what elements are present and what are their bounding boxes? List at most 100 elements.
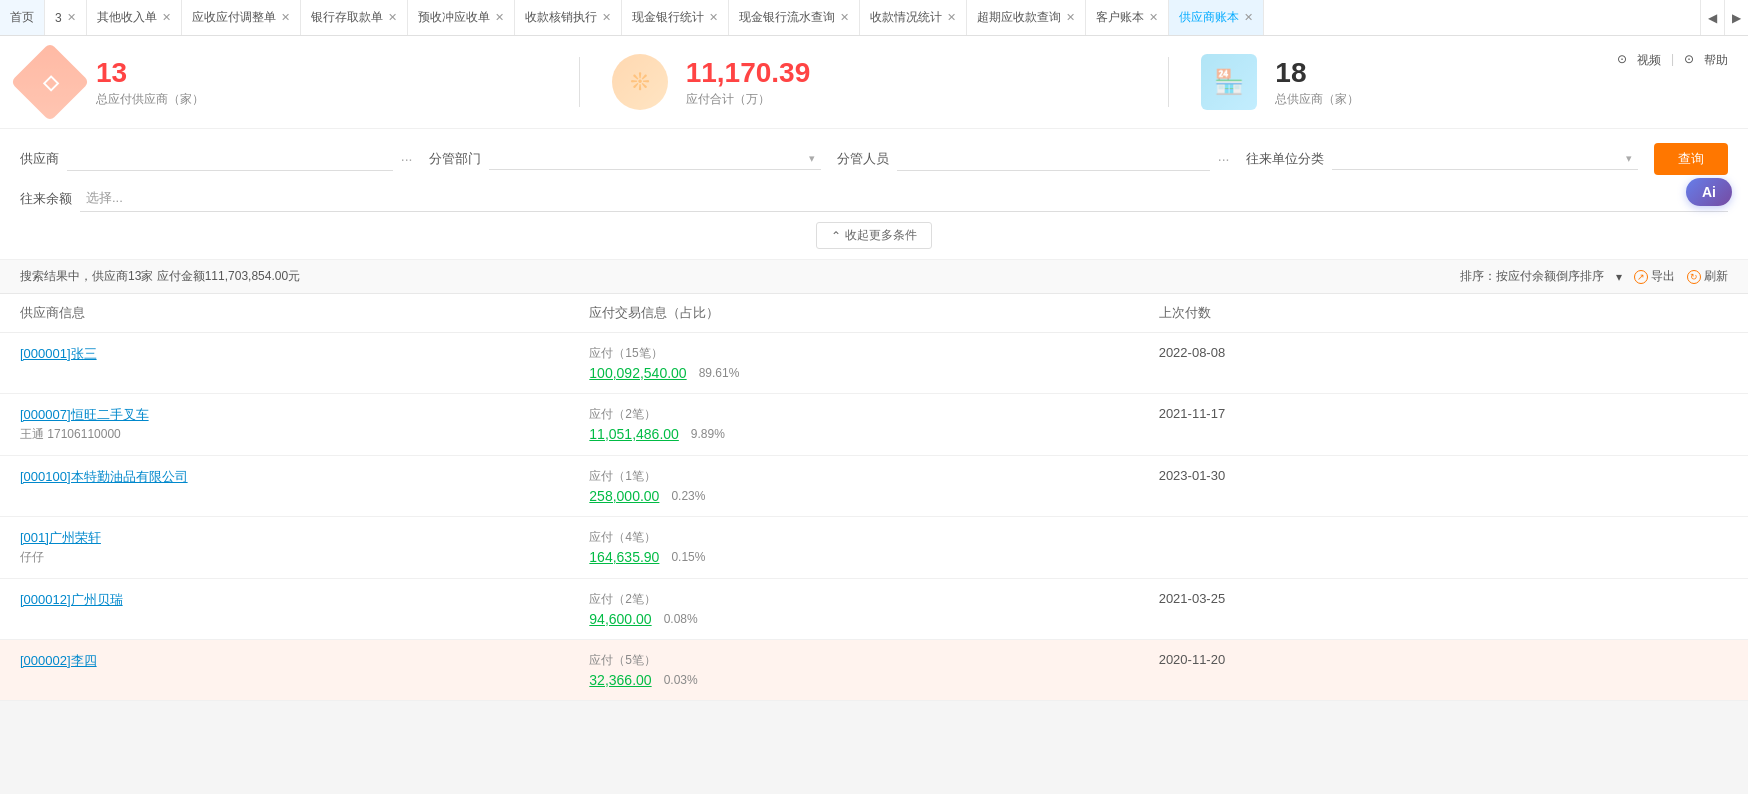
result-actions: 排序：按应付余额倒序排序 ▾ ↗ 导出 ↻ 刷新: [1460, 268, 1728, 285]
balance-select-text: 选择...: [86, 189, 1716, 207]
last-pay-3: 2023-01-30: [1159, 468, 1226, 483]
export-button[interactable]: ↗ 导出: [1634, 268, 1675, 285]
help-link[interactable]: 帮助: [1704, 52, 1728, 69]
tab-advance-collect[interactable]: 预收冲应收单 ✕: [408, 0, 515, 35]
trans-pct-5: 0.08%: [664, 612, 698, 626]
trans-amount-3[interactable]: 258,000.00: [589, 488, 659, 504]
supplier-link-6[interactable]: [000002]李四: [20, 652, 589, 670]
diamond-inner-icon: ◇: [43, 70, 58, 94]
close-icon[interactable]: ✕: [281, 11, 290, 24]
supplier-link-5[interactable]: [000012]广州贝瑞: [20, 591, 589, 609]
main-content: ◇ 13 总应付供应商（家） ❊ 11,170.39 应付合计（万） 🏪: [0, 36, 1748, 794]
filter-row-2: 往来余额 选择... ▾: [20, 185, 1728, 212]
tab-overdue-query[interactable]: 超期应收款查询 ✕: [967, 0, 1086, 35]
close-icon[interactable]: ✕: [1066, 11, 1075, 24]
trans-amount-4[interactable]: 164,635.90: [589, 549, 659, 565]
nav-next-arrow[interactable]: ▶: [1724, 0, 1748, 36]
tab-cash-bank-stats[interactable]: 现金银行统计 ✕: [622, 0, 729, 35]
stat-number-3: 18: [1275, 57, 1359, 89]
trans-cell-4: 应付（4笔） 164,635.90 0.15%: [589, 529, 1158, 565]
supplier-dots-icon[interactable]: ···: [401, 151, 413, 167]
last-pay-6: 2020-11-20: [1159, 652, 1226, 667]
tab-overdue-query-label: 超期应收款查询: [977, 9, 1061, 26]
person-dots-icon[interactable]: ···: [1218, 151, 1230, 167]
category-select[interactable]: ▾: [1332, 148, 1639, 170]
close-icon[interactable]: ✕: [388, 11, 397, 24]
supplier-input[interactable]: [67, 147, 393, 171]
tab-3-label: 3: [55, 11, 62, 25]
nav-prev-arrow[interactable]: ◀: [1700, 0, 1724, 36]
tab-customer-ledger[interactable]: 客户账本 ✕: [1086, 0, 1169, 35]
tab-receipt-verify-label: 收款核销执行: [525, 9, 597, 26]
tab-cash-flow-query-label: 现金银行流水查询: [739, 9, 835, 26]
result-bar: 搜索结果中，供应商13家 应付金额111,703,854.00元 排序：按应付余…: [0, 260, 1748, 294]
search-button[interactable]: 查询: [1654, 143, 1728, 175]
balance-select[interactable]: 选择... ▾: [80, 185, 1728, 212]
tab-supplier-ledger[interactable]: 供应商账本 ✕: [1169, 0, 1264, 35]
tab-receipt-stats[interactable]: 收款情况统计 ✕: [860, 0, 967, 35]
stat-block-1: ◇ 13 总应付供应商（家）: [20, 52, 549, 112]
table-header: 供应商信息 应付交易信息（占比） 上次付数: [0, 294, 1748, 333]
supplier-link-1[interactable]: [000001]张三: [20, 345, 589, 363]
sort-label[interactable]: 排序：按应付余额倒序排序: [1460, 268, 1604, 285]
close-icon[interactable]: ✕: [1244, 11, 1253, 24]
refresh-button[interactable]: ↻ 刷新: [1687, 268, 1728, 285]
tab-other-income[interactable]: 其他收入单 ✕: [87, 0, 182, 35]
video-icon: ⊙: [1617, 52, 1627, 69]
close-icon[interactable]: ✕: [947, 11, 956, 24]
nav-arrows: ◀ ▶: [1700, 0, 1748, 36]
stat-divider-2: [1168, 57, 1169, 107]
close-icon[interactable]: ✕: [162, 11, 171, 24]
trans-cell-6: 应付（5笔） 32,366.00 0.03%: [589, 652, 1158, 688]
close-icon[interactable]: ✕: [840, 11, 849, 24]
stat-content-1: 13 总应付供应商（家）: [96, 57, 204, 108]
tab-advance-collect-label: 预收冲应收单: [418, 9, 490, 26]
supplier-link-3[interactable]: [000100]本特勤油品有限公司: [20, 468, 589, 486]
trans-amount-6[interactable]: 32,366.00: [589, 672, 651, 688]
dept-select[interactable]: ▾: [489, 148, 822, 170]
filter-person: 分管人员 ···: [837, 147, 1230, 171]
help-icon: ⊙: [1684, 52, 1694, 69]
dept-label: 分管部门: [429, 150, 481, 168]
tab-receipt-verify[interactable]: 收款核销执行 ✕: [515, 0, 622, 35]
ai-button[interactable]: Ai: [1686, 178, 1732, 206]
filter-supplier: 供应商 ···: [20, 147, 413, 171]
refresh-icon-inner: ↻: [1690, 272, 1698, 282]
close-icon[interactable]: ✕: [67, 11, 76, 24]
person-input[interactable]: [897, 147, 1210, 171]
tab-home[interactable]: 首页: [0, 0, 45, 35]
col-trans-info: 应付交易信息（占比）: [589, 304, 1158, 322]
trans-amount-5[interactable]: 94,600.00: [589, 611, 651, 627]
close-icon[interactable]: ✕: [602, 11, 611, 24]
supplier-cell-1: [000001]张三: [20, 345, 589, 363]
video-link[interactable]: 视频: [1637, 52, 1661, 69]
supplier-link-4[interactable]: [001]广州荣轩: [20, 529, 589, 547]
sort-chevron-icon: ▾: [1616, 270, 1622, 284]
grain-icon: ❊: [612, 54, 668, 110]
trans-label-2: 应付（2笔）: [589, 406, 1158, 423]
tab-bank-deposit-label: 银行存取款单: [311, 9, 383, 26]
supplier-cell-6: [000002]李四: [20, 652, 589, 670]
supplier-link-2[interactable]: [000007]恒旺二手叉车: [20, 406, 589, 424]
stat-icon-grain: ❊: [610, 52, 670, 112]
close-icon[interactable]: ✕: [495, 11, 504, 24]
trans-amount-1[interactable]: 100,092,540.00: [589, 365, 686, 381]
data-table: 供应商信息 应付交易信息（占比） 上次付数 [000001]张三 应付（15笔）…: [0, 294, 1748, 701]
last-pay-1: 2022-08-08: [1159, 345, 1226, 360]
tab-bank-deposit[interactable]: 银行存取款单 ✕: [301, 0, 408, 35]
tab-cash-flow-query[interactable]: 现金银行流水查询 ✕: [729, 0, 860, 35]
tab-3[interactable]: 3 ✕: [45, 0, 87, 35]
tab-ar-ap-adjust[interactable]: 应收应付调整单 ✕: [182, 0, 301, 35]
result-summary: 搜索结果中，供应商13家 应付金额111,703,854.00元: [20, 268, 300, 285]
balance-label: 往来余额: [20, 190, 72, 208]
tab-home-label: 首页: [10, 9, 34, 26]
trans-amount-2[interactable]: 11,051,486.00: [589, 426, 679, 442]
trans-cell-1: 应付（15笔） 100,092,540.00 89.61%: [589, 345, 1158, 381]
collapse-button[interactable]: ⌃ 收起更多条件: [816, 222, 932, 249]
close-icon[interactable]: ✕: [709, 11, 718, 24]
last-pay-cell-2: 2021-11-17: [1159, 406, 1728, 421]
close-icon[interactable]: ✕: [1149, 11, 1158, 24]
supplier-cell-4: [001]广州荣轩 仔仔: [20, 529, 589, 566]
last-pay-5: 2021-03-25: [1159, 591, 1226, 606]
tab-ar-ap-adjust-label: 应收应付调整单: [192, 9, 276, 26]
